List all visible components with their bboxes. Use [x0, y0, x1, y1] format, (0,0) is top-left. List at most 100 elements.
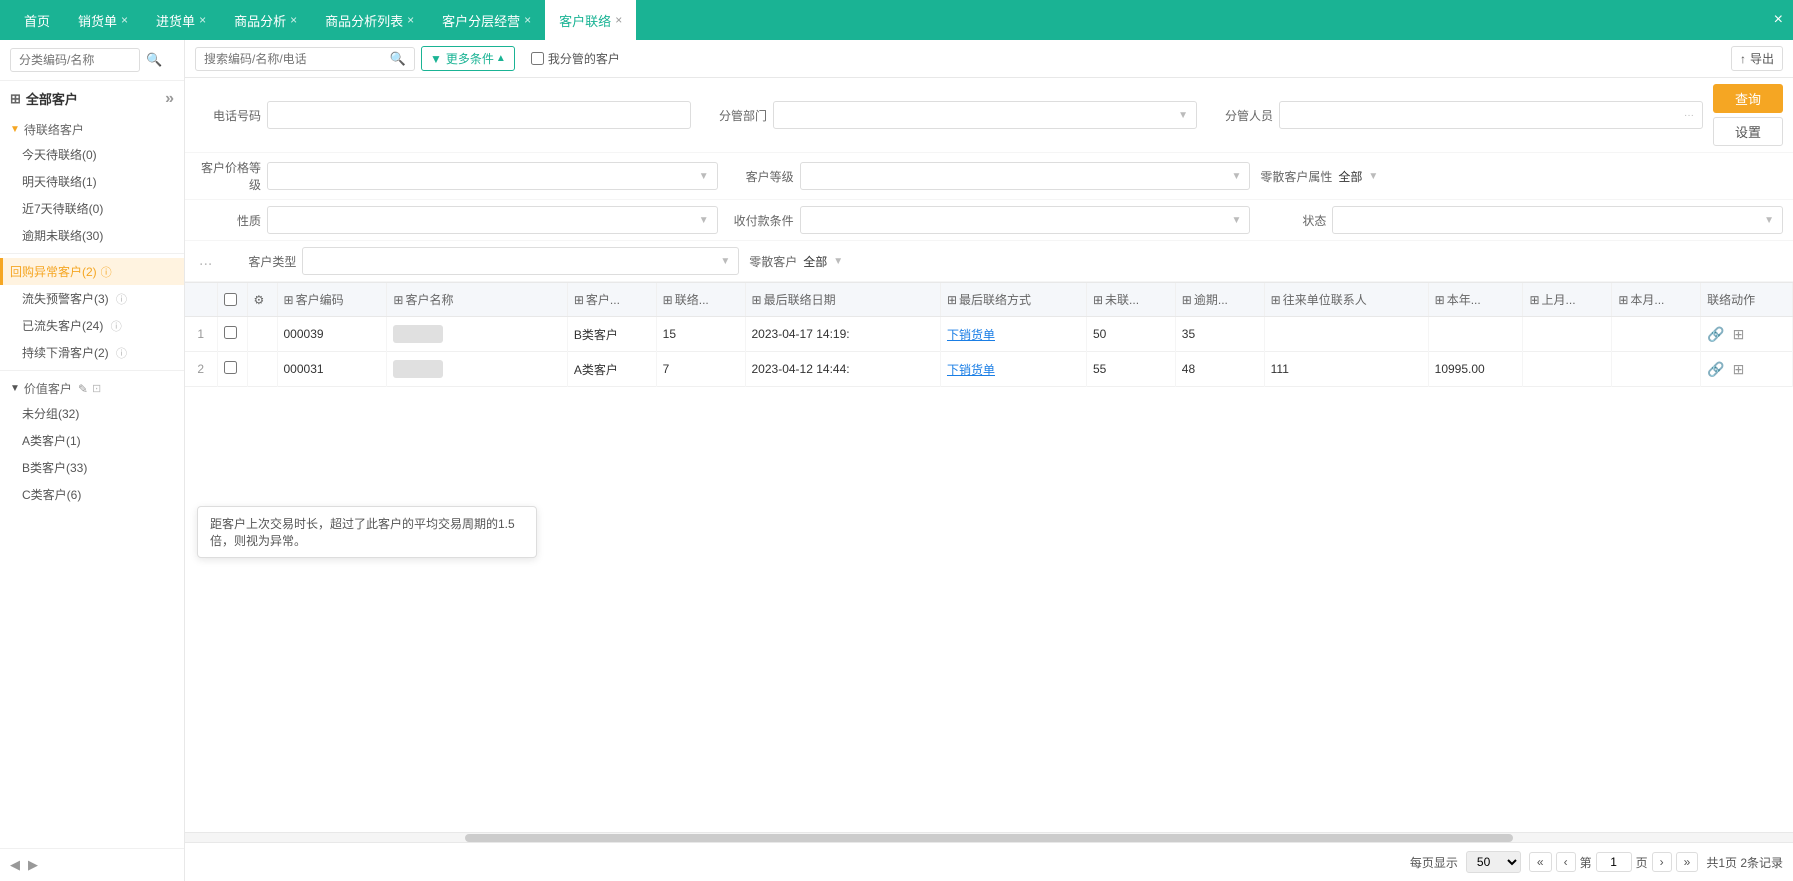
nav-sales[interactable]: 销货单 ×: [64, 0, 142, 40]
nav-purchase-close[interactable]: ×: [199, 13, 206, 27]
nav-customer-tier-close[interactable]: ×: [524, 13, 531, 27]
sidebar-item-loss-warning[interactable]: 流失预警客户(3) ⓘ: [0, 285, 184, 312]
loss-warning-info-icon[interactable]: ⓘ: [116, 294, 127, 306]
nav-product-list[interactable]: 商品分析列表 ×: [311, 0, 428, 40]
select-all-checkbox[interactable]: [224, 293, 237, 306]
nav-sales-close[interactable]: ×: [121, 13, 128, 27]
rebuy-info-icon[interactable]: ⓘ: [101, 264, 112, 280]
th-check[interactable]: [217, 283, 247, 317]
th-contact: ⊞ 联络...: [656, 283, 745, 317]
payment-select[interactable]: ▼: [800, 206, 1251, 234]
row-1-check[interactable]: [217, 317, 247, 352]
page-first-btn[interactable]: «: [1529, 852, 1552, 872]
h-scroll[interactable]: [185, 832, 1793, 842]
status-cell: 状态 ▼: [1260, 206, 1783, 234]
sidebar-search-input[interactable]: [10, 48, 140, 72]
cust-type-select[interactable]: ▼: [302, 247, 739, 275]
sidebar-item-declining[interactable]: 持续下滑客户(2) ⓘ: [0, 339, 184, 366]
tooltip-box: 距客户上次交易时长，超过了此客户的平均交易周期的1.5倍，则视为异常。: [197, 506, 537, 558]
retail-attr-inline[interactable]: 零散客户属性 全部 ▼: [1260, 162, 1783, 190]
phone-cell: 电话号码: [195, 101, 691, 129]
pending-group-label: ▼ 待联络客户: [0, 116, 184, 141]
sidebar-item-7days[interactable]: 近7天待联络(0): [0, 195, 184, 222]
sidebar-item-rebuy[interactable]: 回购异常客户(2) ⓘ: [0, 258, 184, 285]
price-level-select[interactable]: ▼: [267, 162, 718, 190]
page-next-btn[interactable]: ›: [1652, 852, 1672, 872]
filter-icon: ▼: [430, 52, 442, 66]
sidebar-item-c-class[interactable]: C类客户(6): [0, 481, 184, 508]
settings-button[interactable]: 设置: [1713, 117, 1783, 146]
sidebar-item-tomorrow[interactable]: 明天待联络(1): [0, 168, 184, 195]
row-1-link-icon[interactable]: 🔗: [1707, 326, 1724, 343]
nav-product-analysis[interactable]: 商品分析 ×: [220, 0, 311, 40]
sidebar-item-a-class[interactable]: A类客户(1): [0, 427, 184, 454]
table-footer: 每页显示 50 100 200 « ‹ 第 页 › » 共1页 2条记录: [185, 842, 1793, 881]
th-overdue: ⊞ 逾期...: [1175, 283, 1264, 317]
sidebar-arrow-left[interactable]: ◀: [10, 857, 20, 873]
status-select[interactable]: ▼: [1332, 206, 1783, 234]
th-name: ⊞ 客户名称: [387, 283, 567, 317]
gender-select[interactable]: ▼: [267, 206, 718, 234]
nav-customer-tier[interactable]: 客户分层经营 ×: [428, 0, 545, 40]
row-1-checkbox[interactable]: [224, 326, 237, 339]
page-nav: « ‹ 第 页 › »: [1529, 852, 1698, 872]
cust-level-select[interactable]: ▼: [800, 162, 1251, 190]
nav-product-analysis-close[interactable]: ×: [290, 13, 297, 27]
person-select[interactable]: ···: [1279, 101, 1703, 129]
sidebar-item-b-class[interactable]: B类客户(33): [0, 454, 184, 481]
declining-info-icon[interactable]: ⓘ: [116, 348, 127, 360]
th-last-contact-date: ⊞ 最后联络日期: [745, 283, 940, 317]
sidebar-item-today[interactable]: 今天待联络(0): [0, 141, 184, 168]
nav-home[interactable]: 首页: [10, 0, 64, 40]
row-2-overdue: 48: [1175, 352, 1264, 387]
filter-dots-btn[interactable]: ...: [199, 252, 212, 270]
th-this-year: ⊞ 本年...: [1428, 283, 1523, 317]
retail-attr-cell: 零散客户属性 全部 ▼: [1260, 162, 1783, 190]
cust-level-arrow: ▼: [1231, 171, 1241, 182]
th-category: ⊞ 客户...: [567, 283, 656, 317]
row-2-checkbox[interactable]: [224, 361, 237, 374]
filter-more-btn[interactable]: ▼ 更多条件 ▲: [421, 46, 515, 71]
th-settings[interactable]: ⚙: [247, 283, 277, 317]
nav-product-list-close[interactable]: ×: [407, 13, 414, 27]
phone-input[interactable]: [267, 101, 691, 129]
sidebar-item-lost[interactable]: 已流失客户(24) ⓘ: [0, 312, 184, 339]
triangle-icon: ▼: [10, 124, 20, 135]
main-layout: 🔍 ⊞ 全部客户 » ▼ 待联络客户 今天待联络(0) 明天待联络(1) 近7天…: [0, 40, 1793, 881]
row-2-more-icon[interactable]: ⊞: [1733, 361, 1745, 378]
sidebar-bottom: ◀ ▶: [0, 848, 184, 881]
row-1-name-blur: [393, 325, 443, 343]
filter-row-4: ... 客户类型 ▼ 零散客户 全部 ▼: [185, 241, 1793, 282]
nav-customer-contact[interactable]: 客户联络 ×: [545, 0, 636, 40]
filter-search-input[interactable]: [204, 52, 386, 66]
page-last-btn[interactable]: »: [1676, 852, 1699, 872]
dept-select[interactable]: ▼: [773, 101, 1197, 129]
sidebar-arrow-right[interactable]: ▶: [28, 857, 38, 873]
row-1-category: B类客户: [567, 317, 656, 352]
row-1-more-icon[interactable]: ⊞: [1733, 326, 1745, 343]
page-prev-btn[interactable]: ‹: [1556, 852, 1576, 872]
h-scroll-thumb[interactable]: [465, 834, 1513, 842]
sidebar-collapse-btn[interactable]: »: [165, 90, 174, 108]
page-num-input[interactable]: [1596, 852, 1632, 872]
row-1-last-date: 2023-04-17 14:19:: [745, 317, 940, 352]
value-edit-icon[interactable]: ✎: [78, 382, 88, 396]
my-customer-check[interactable]: 我分管的客户: [531, 50, 620, 67]
sidebar-search-icon[interactable]: 🔍: [146, 52, 162, 68]
export-icon: ↑: [1740, 52, 1746, 66]
lost-info-icon[interactable]: ⓘ: [111, 321, 122, 333]
sidebar-item-overdue[interactable]: 逾期未联络(30): [0, 222, 184, 249]
row-2-check[interactable]: [217, 352, 247, 387]
query-button[interactable]: 查询: [1713, 84, 1783, 113]
filter-search-icon[interactable]: 🔍: [390, 51, 406, 67]
my-customer-checkbox[interactable]: [531, 52, 544, 65]
value-settings-icon[interactable]: ⊡: [92, 382, 101, 395]
page-size-select[interactable]: 50 100 200: [1466, 851, 1521, 873]
row-2-link-icon[interactable]: 🔗: [1707, 361, 1724, 378]
nav-purchase[interactable]: 进货单 ×: [142, 0, 220, 40]
retail-cust-inline[interactable]: 零散客户 全部 ▼: [749, 247, 1783, 275]
nav-customer-contact-close[interactable]: ×: [615, 13, 622, 27]
sidebar-item-ungrouped[interactable]: 未分组(32): [0, 400, 184, 427]
export-btn[interactable]: ↑ 导出: [1731, 46, 1783, 71]
window-close-btn[interactable]: ×: [1774, 11, 1783, 29]
